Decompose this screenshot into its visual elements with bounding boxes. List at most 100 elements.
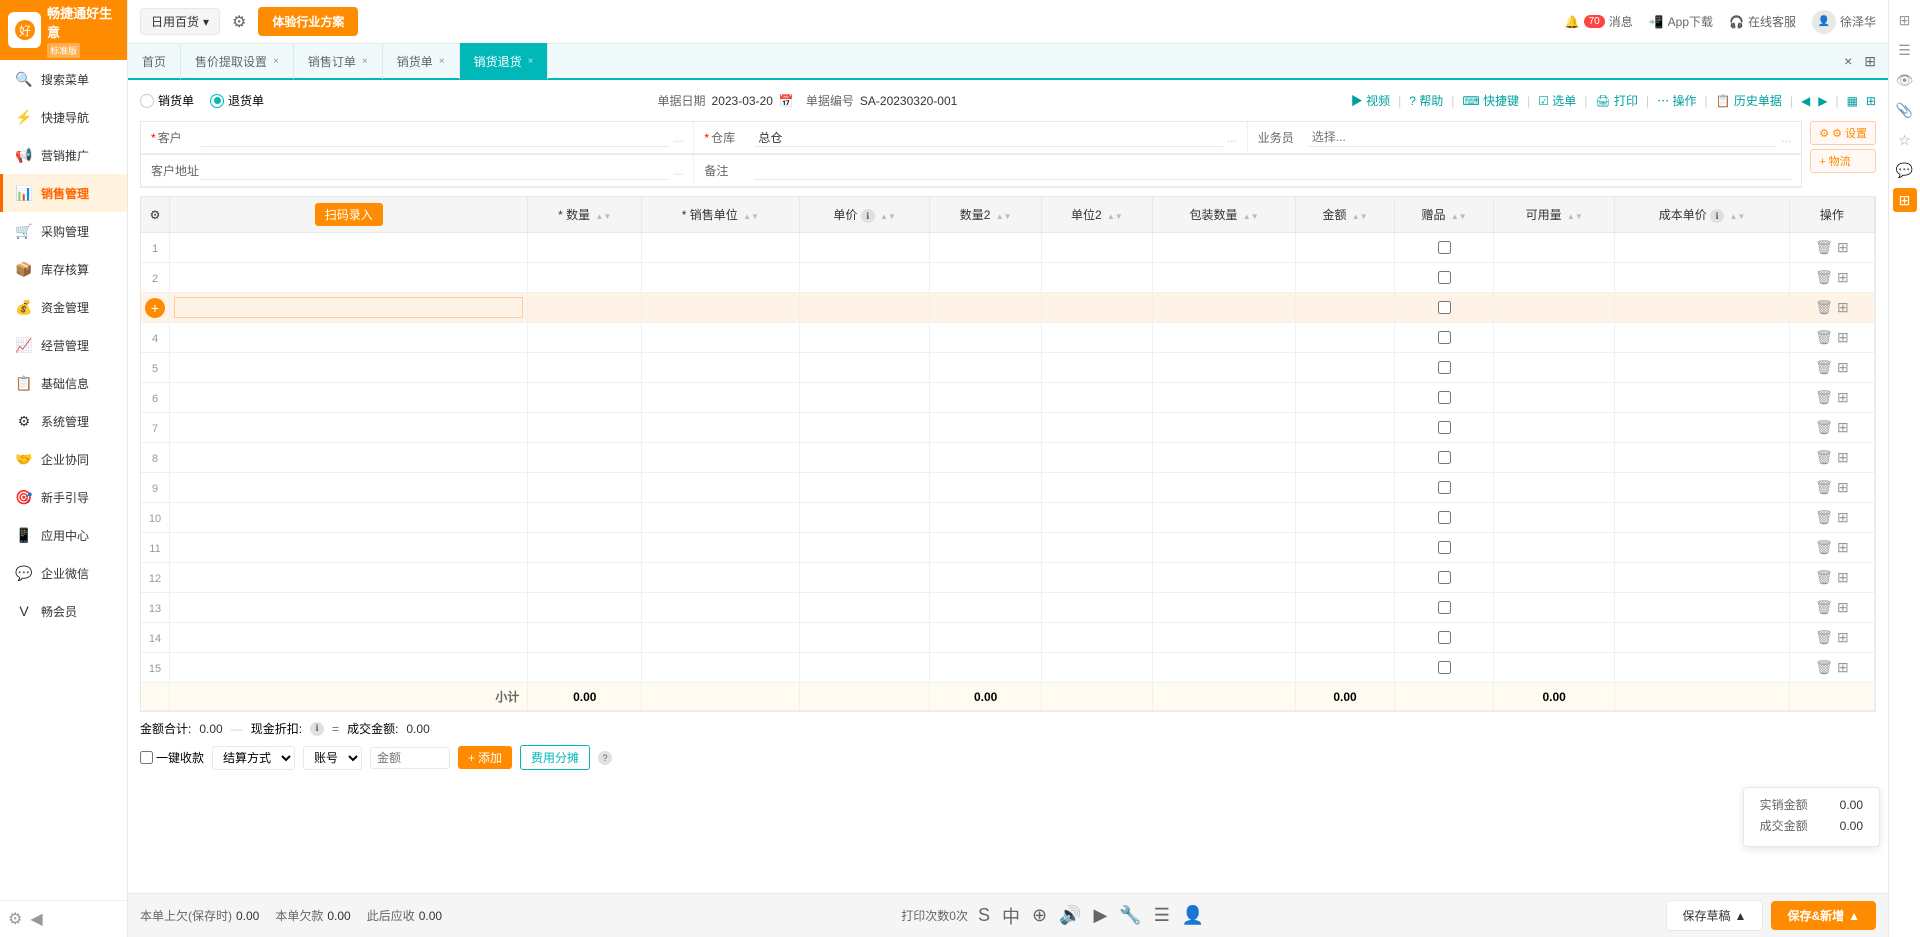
tab-layout-btn[interactable]: ⊞: [1860, 49, 1880, 74]
sidebar-item-purchase[interactable]: 🛒 采购管理: [0, 212, 127, 250]
cost-unit-info[interactable]: ℹ: [1710, 209, 1724, 223]
salesperson-lookup[interactable]: ...: [1781, 131, 1791, 145]
copy-row-5[interactable]: ⊞: [1835, 357, 1851, 378]
copy-row-4[interactable]: ⊞: [1835, 327, 1851, 348]
sidebar-settings-btn[interactable]: ⚙: [8, 909, 22, 929]
sidebar-item-collab[interactable]: 🤝 企业协同: [0, 440, 127, 478]
toolbar-icon-4[interactable]: 🔊: [1057, 903, 1083, 928]
copy-row-8[interactable]: ⊞: [1835, 447, 1851, 468]
qty-sort[interactable]: ▲▼: [595, 212, 611, 221]
sidebar-item-wechat[interactable]: 💬 企业微信: [0, 554, 127, 592]
add-row-btn[interactable]: +: [145, 298, 165, 318]
delete-row-15[interactable]: 🗑: [1813, 657, 1835, 678]
app-download-btn[interactable]: 📲 App下载: [1649, 13, 1713, 30]
sidebar-item-system[interactable]: ⚙ 系统管理: [0, 402, 127, 440]
delete-row-13[interactable]: 🗑: [1813, 597, 1835, 618]
copy-row-14[interactable]: ⊞: [1835, 627, 1851, 648]
copy-row-10[interactable]: ⊞: [1835, 507, 1851, 528]
customer-lookup[interactable]: ...: [673, 131, 683, 145]
gift-checkbox-9[interactable]: [1438, 481, 1451, 494]
tab-close-sales-order[interactable]: ×: [362, 56, 368, 67]
available-sort[interactable]: ▲▼: [1567, 212, 1583, 221]
sidebar-item-basic[interactable]: 📋 基础信息: [0, 364, 127, 402]
toolbar-icon-6[interactable]: 🔧: [1117, 903, 1143, 928]
right-panel-btn-2[interactable]: ☰: [1893, 38, 1917, 62]
address-input[interactable]: [201, 161, 669, 180]
sidebar-item-marketing[interactable]: 📢 营销推广: [0, 136, 127, 174]
sidebar-item-sales[interactable]: 📊 销售管理: [0, 174, 127, 212]
gift-checkbox-2[interactable]: [1438, 271, 1451, 284]
help-btn[interactable]: ? 帮助: [1409, 92, 1443, 109]
gift-checkbox-1[interactable]: [1438, 241, 1451, 254]
shortcut-btn[interactable]: ⌨ 快捷键: [1462, 92, 1519, 109]
payment-amount-input[interactable]: [370, 747, 450, 769]
delete-row-12[interactable]: 🗑: [1813, 567, 1835, 588]
tab-close-price-settings[interactable]: ×: [273, 56, 279, 67]
one-click-payment-checkbox[interactable]: [140, 751, 153, 764]
right-panel-btn-5[interactable]: ☆: [1893, 128, 1917, 152]
customer-input[interactable]: [201, 128, 669, 147]
gift-checkbox-14[interactable]: [1438, 631, 1451, 644]
gift-checkbox-13[interactable]: [1438, 601, 1451, 614]
table-settings-icon[interactable]: ⚙: [141, 197, 170, 233]
addr-lookup[interactable]: ...: [673, 164, 683, 178]
sidebar-item-finance[interactable]: 💰 资金管理: [0, 288, 127, 326]
one-click-payment-label[interactable]: 一键收款: [140, 749, 204, 766]
settings-icon-btn[interactable]: ⚙: [228, 8, 250, 36]
view-grid-btn[interactable]: ⊞: [1866, 94, 1876, 108]
next-btn[interactable]: ▶: [1818, 94, 1827, 108]
copy-row-13[interactable]: ⊞: [1835, 597, 1851, 618]
cost-sort[interactable]: ▲▼: [1729, 212, 1745, 221]
delete-row-9[interactable]: 🗑: [1813, 477, 1835, 498]
expense-info[interactable]: ?: [598, 751, 612, 765]
tab-price-settings[interactable]: 售价提取设置 ×: [181, 43, 294, 79]
accounting-method-select[interactable]: 结算方式: [212, 746, 295, 770]
note-input[interactable]: [754, 161, 1791, 180]
tab-sales-order[interactable]: 销售订单 ×: [294, 43, 383, 79]
tab-sales-slip[interactable]: 销货单 ×: [383, 43, 460, 79]
account-no-select[interactable]: 账号: [303, 746, 362, 770]
delete-row-5[interactable]: 🗑: [1813, 357, 1835, 378]
save-draft-button[interactable]: 保存草稿 ▲: [1666, 900, 1764, 931]
right-panel-btn-1[interactable]: ⊞: [1893, 8, 1917, 32]
gift-checkbox-6[interactable]: [1438, 391, 1451, 404]
logistics-side-btn[interactable]: + 物流: [1810, 149, 1876, 173]
delete-row-10[interactable]: 🗑: [1813, 507, 1835, 528]
warehouse-input[interactable]: [754, 128, 1222, 147]
delete-row-4[interactable]: 🗑: [1813, 327, 1835, 348]
copy-row-11[interactable]: ⊞: [1835, 537, 1851, 558]
sales-unit-sort[interactable]: ▲▼: [743, 212, 759, 221]
delete-row-6[interactable]: 🗑: [1813, 387, 1835, 408]
tab-home[interactable]: 首页: [128, 43, 181, 79]
gift-checkbox-10[interactable]: [1438, 511, 1451, 524]
tab-sales-return[interactable]: 销货退货 ×: [460, 43, 549, 79]
sidebar-collapse-btn[interactable]: ◀: [30, 909, 42, 929]
toolbar-icon-8[interactable]: 👤: [1180, 903, 1206, 928]
select-btn[interactable]: ☑ 选单: [1538, 92, 1576, 109]
copy-row-6[interactable]: ⊞: [1835, 387, 1851, 408]
right-panel-btn-7[interactable]: ⊞: [1893, 188, 1917, 212]
sidebar-item-guide[interactable]: 🎯 新手引导: [0, 478, 127, 516]
gift-checkbox-8[interactable]: [1438, 451, 1451, 464]
right-panel-btn-6[interactable]: 💬: [1893, 158, 1917, 182]
copy-row-12[interactable]: ⊞: [1835, 567, 1851, 588]
online-service-btn[interactable]: 🎧 在线客服: [1729, 13, 1796, 30]
right-panel-btn-4[interactable]: 📎: [1893, 98, 1917, 122]
toolbar-icon-3[interactable]: ⊕: [1030, 903, 1049, 928]
copy-row-active[interactable]: ⊞: [1835, 297, 1851, 318]
gift-sort[interactable]: ▲▼: [1451, 212, 1467, 221]
salesperson-input[interactable]: [1308, 128, 1777, 147]
sidebar-item-apps[interactable]: 📱 应用中心: [0, 516, 127, 554]
industry-selector[interactable]: 日用百货 ▾: [140, 8, 220, 35]
product-input-active[interactable]: [174, 297, 523, 318]
calendar-icon[interactable]: 📅: [779, 94, 794, 108]
sidebar-item-member[interactable]: V 畅会员: [0, 592, 127, 630]
tab-close-sales-return[interactable]: ×: [528, 56, 534, 67]
warehouse-lookup[interactable]: ...: [1227, 131, 1237, 145]
toolbar-icon-5[interactable]: ▶: [1092, 903, 1110, 928]
unit2-sort[interactable]: ▲▼: [1107, 212, 1123, 221]
view-list-btn[interactable]: ▦: [1847, 94, 1858, 108]
print-btn[interactable]: 🖨 打印: [1595, 92, 1638, 109]
copy-row-2[interactable]: ⊞: [1835, 267, 1851, 288]
radio-return-slip[interactable]: 退货单: [210, 92, 264, 109]
